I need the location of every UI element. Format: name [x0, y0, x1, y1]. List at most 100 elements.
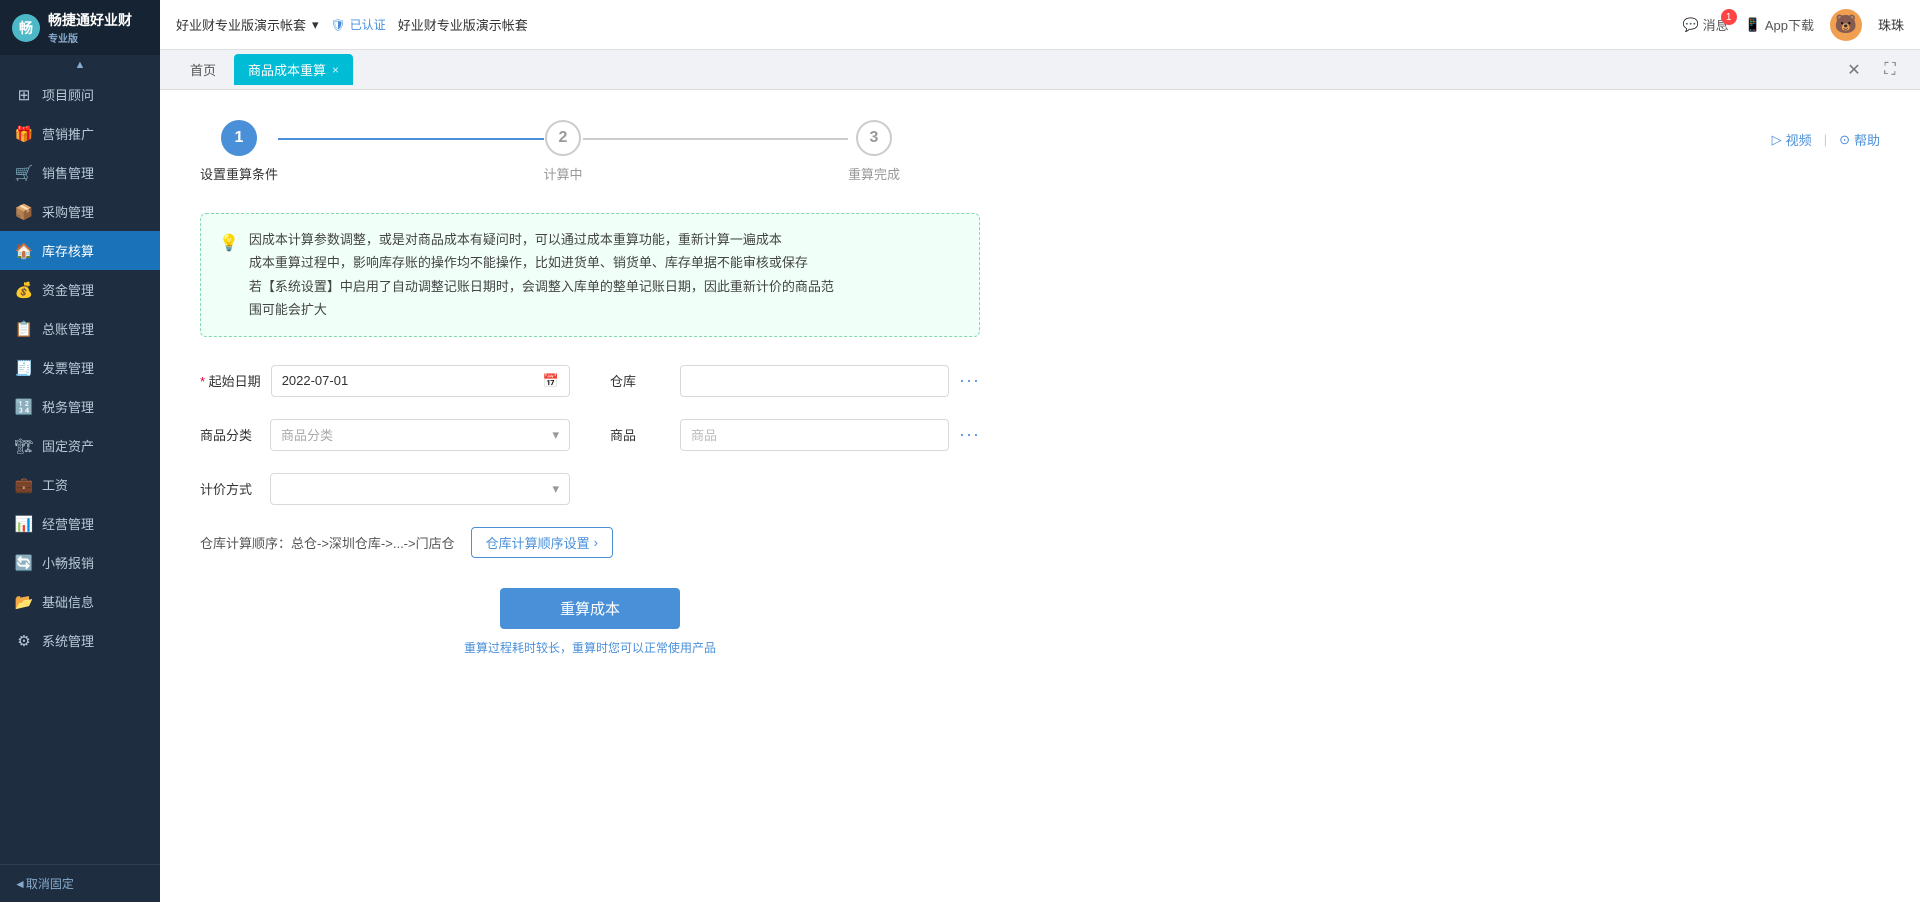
step-line-2: [583, 138, 848, 140]
goods-dots-button[interactable]: ···: [959, 424, 980, 445]
step-2-number: 2: [559, 129, 568, 147]
avatar-icon: 🐻: [1835, 14, 1857, 35]
form-row-3: 计价方式 ▾: [200, 473, 980, 505]
message-button[interactable]: 💬 消息 1: [1682, 15, 1728, 34]
video-label: 视频: [1786, 130, 1812, 149]
tax-icon: 🔢: [14, 398, 34, 416]
sidebar-item-label: 工资: [42, 475, 68, 494]
step-2-label: 计算中: [544, 164, 583, 183]
video-help-button[interactable]: ▷ 视频: [1772, 130, 1812, 149]
sidebar-item-label: 小畅报销: [42, 553, 94, 572]
account-full-name: 好业财专业版演示帐套: [398, 15, 528, 34]
sidebar-item-finance[interactable]: 💰 资金管理: [0, 270, 160, 309]
sidebar-unpin-button[interactable]: ◄取消固定: [0, 864, 160, 902]
sidebar-header-text-block: 畅捷通好业财 专业版: [48, 10, 132, 45]
assets-icon: 🏗: [14, 437, 34, 455]
submit-button-label: 重算成本: [560, 601, 620, 618]
sidebar-header: 畅 畅捷通好业财 专业版: [0, 0, 160, 55]
sales-icon: 🛒: [14, 164, 34, 182]
step-2-circle: 2: [545, 120, 581, 156]
goods-label: 商品: [610, 425, 670, 444]
tab-close-button[interactable]: ×: [332, 63, 339, 77]
start-date-input[interactable]: 2022-07-01 📅: [271, 365, 570, 397]
app-download-label: App下载: [1765, 15, 1814, 34]
category-arrow-icon: ▾: [552, 427, 559, 443]
pricing-label: 计价方式: [200, 479, 260, 498]
sidebar-item-inventory[interactable]: 🏠 库存核算: [0, 231, 160, 270]
operations-icon: 📊: [14, 515, 34, 533]
sidebar-scroll-up[interactable]: ▲: [0, 55, 160, 75]
sidebar-item-purchase[interactable]: 📦 采购管理: [0, 192, 160, 231]
system-icon: ⚙: [14, 632, 34, 650]
calc-order-arrow-icon: ›: [594, 535, 598, 550]
verified-badge: 🛡 已认证: [331, 16, 386, 33]
sidebar-item-system[interactable]: ⚙ 系统管理: [0, 621, 160, 660]
form-group-pricing: 计价方式 ▾: [200, 473, 570, 505]
help-button[interactable]: ⊙ 帮助: [1839, 130, 1880, 149]
warehouse-dots-button[interactable]: ···: [959, 370, 980, 391]
sidebar-item-project[interactable]: ⊞ 项目顾问: [0, 75, 160, 114]
warehouse-input[interactable]: [680, 365, 949, 397]
notice-box: 💡 因成本计算参数调整，或是对商品成本有疑问时，可以通过成本重算功能，重新计算一…: [200, 213, 980, 337]
category-placeholder: 商品分类: [281, 425, 333, 444]
account-name: 好业财专业版演示帐套: [176, 15, 306, 34]
sidebar-item-invoice[interactable]: 🧾 发票管理: [0, 348, 160, 387]
calc-order-label: 仓库计算顺序：总仓->深圳仓库->...->门店仓: [200, 533, 455, 552]
goods-input[interactable]: 商品: [680, 419, 949, 451]
sidebar: 畅 畅捷通好业财 专业版 ▲ ⊞ 项目顾问 🎁 营销推广 🛒 销售管理 📦 采购…: [0, 0, 160, 902]
form-row-1: 起始日期 2022-07-01 📅 仓库 ···: [200, 365, 980, 397]
page-content: 1 设置重算条件 2 计算中 3: [160, 90, 1920, 902]
account-arrow-icon: ▾: [312, 17, 319, 33]
sidebar-item-label: 系统管理: [42, 631, 94, 650]
sidebar-item-assets[interactable]: 🏗 固定资产: [0, 426, 160, 465]
notice-line-2: 成本重算过程中，影响库存账的操作均不能操作，比如进货单、销货单、库存单据不能审核…: [249, 251, 834, 274]
step-3-number: 3: [870, 129, 879, 147]
sidebar-item-tax[interactable]: 🔢 税务管理: [0, 387, 160, 426]
project-icon: ⊞: [14, 86, 34, 104]
topbar: 好业财专业版演示帐套 ▾ 🛡 已认证 好业财专业版演示帐套 💬 消息 1 📱 A…: [160, 0, 1920, 50]
marketing-icon: 🎁: [14, 125, 34, 143]
account-selector[interactable]: 好业财专业版演示帐套 ▾: [176, 15, 319, 34]
sidebar-item-label: 资金管理: [42, 280, 94, 299]
goods-placeholder: 商品: [691, 425, 717, 444]
calc-order-btn-label: 仓库计算顺序设置: [486, 533, 590, 552]
stepper: 1 设置重算条件 2 计算中 3: [200, 120, 900, 183]
sidebar-item-accounting[interactable]: 📋 总账管理: [0, 309, 160, 348]
help-circle-icon: ⊙: [1839, 132, 1850, 148]
notice-line-1: 因成本计算参数调整，或是对商品成本有疑问时，可以通过成本重算功能，重新计算一遍成…: [249, 228, 834, 251]
app-download-button[interactable]: 📱 App下载: [1745, 15, 1814, 34]
calc-order-settings-button[interactable]: 仓库计算顺序设置 ›: [471, 527, 613, 558]
close-panel-button[interactable]: ✕: [1840, 56, 1868, 84]
tab-active-label: 商品成本重算: [248, 60, 326, 79]
user-avatar[interactable]: 🐻: [1830, 9, 1862, 41]
unpin-label: ◄取消固定: [14, 875, 74, 892]
submit-area: 重算成本 重算过程耗时较长，重算时您可以正常使用产品: [200, 588, 980, 656]
sidebar-item-operations[interactable]: 📊 经营管理: [0, 504, 160, 543]
tab-cost-recalc[interactable]: 商品成本重算 ×: [234, 54, 353, 85]
tab-home-label: 首页: [190, 63, 216, 78]
sidebar-item-label: 总账管理: [42, 319, 94, 338]
notice-line-4: 围可能会扩大: [249, 298, 834, 321]
warehouse-label: 仓库: [610, 371, 670, 390]
form-group-start-date: 起始日期 2022-07-01 📅: [200, 365, 570, 397]
recalculate-button[interactable]: 重算成本: [500, 588, 680, 629]
username-label[interactable]: 珠珠: [1878, 15, 1904, 34]
step-1-label: 设置重算条件: [200, 164, 278, 183]
expand-panel-button[interactable]: ⛶: [1876, 56, 1904, 84]
start-date-value: 2022-07-01: [282, 373, 537, 388]
sidebar-item-label: 经营管理: [42, 514, 94, 533]
pricing-select[interactable]: ▾: [270, 473, 570, 505]
sidebar-item-marketing[interactable]: 🎁 营销推广: [0, 114, 160, 153]
verified-label: 已认证: [350, 16, 386, 33]
video-icon: ▷: [1772, 132, 1782, 148]
tab-home[interactable]: 首页: [176, 54, 230, 85]
sidebar-item-basic[interactable]: 📂 基础信息: [0, 582, 160, 621]
sidebar-item-expense[interactable]: 🔄 小畅报销: [0, 543, 160, 582]
category-select[interactable]: 商品分类 ▾: [270, 419, 570, 451]
calendar-icon[interactable]: 📅: [543, 373, 559, 389]
sidebar-item-label: 固定资产: [42, 436, 94, 455]
step-2: 2 计算中: [544, 120, 583, 183]
sidebar-item-sales[interactable]: 🛒 销售管理: [0, 153, 160, 192]
sidebar-item-label: 库存核算: [42, 241, 94, 260]
sidebar-item-salary[interactable]: 💼 工资: [0, 465, 160, 504]
